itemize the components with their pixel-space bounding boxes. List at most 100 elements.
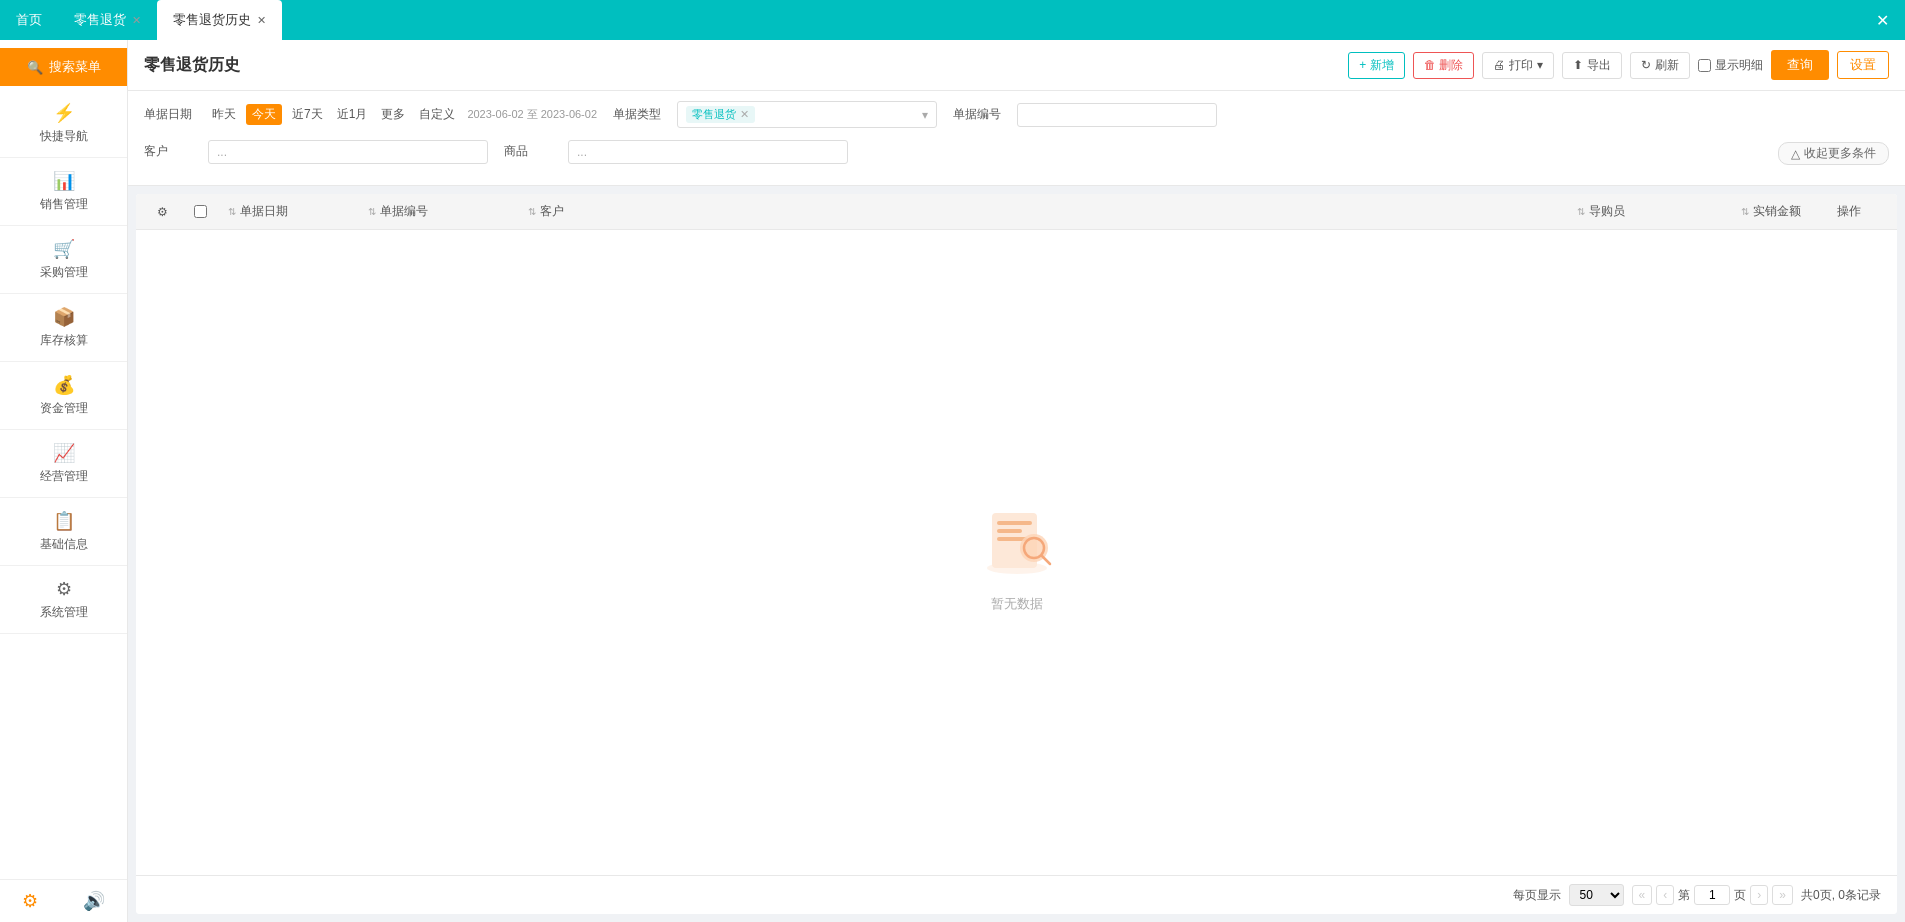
sidebar-search[interactable]: 🔍 搜索菜单 — [0, 48, 127, 86]
display-detail-checkbox[interactable] — [1698, 59, 1711, 72]
print-chevron-icon: ▾ — [1537, 58, 1543, 72]
inventory-icon: 📦 — [53, 306, 75, 328]
first-page-button[interactable]: « — [1632, 885, 1653, 905]
customer-input[interactable]: ... — [208, 140, 488, 164]
filter-row-1: 单据日期 昨天 今天 近7天 近1月 更多 自定义 2023-06-02 至 2… — [144, 101, 1889, 128]
purchase-icon: 🛒 — [53, 238, 75, 260]
page-header: 零售退货历史 + 新增 🗑 删除 🖨 打印 ▾ ⬆ 导出 ↻ — [128, 40, 1905, 91]
svg-rect-3 — [997, 529, 1022, 533]
goods-filter-label: 商品 — [504, 143, 560, 160]
th-amount-label: 实销金额 — [1753, 203, 1801, 220]
sidebar-item-system-mgmt[interactable]: ⚙ 系统管理 — [0, 566, 127, 634]
sidebar-item-quick-nav[interactable]: ⚡ 快捷导航 — [0, 90, 127, 158]
query-button[interactable]: 查询 — [1771, 50, 1829, 80]
collapse-label: 收起更多条件 — [1804, 145, 1876, 162]
last-page-button[interactable]: » — [1772, 885, 1793, 905]
bill-type-chevron-icon: ▾ — [922, 108, 928, 122]
page-nav: « ‹ 第 页 › » — [1632, 885, 1793, 905]
sidebar-item-quick-nav-label: 快捷导航 — [40, 128, 88, 145]
tab-retail-return[interactable]: 零售退货 ✕ — [58, 0, 157, 40]
customer-filter-label: 客户 — [144, 143, 200, 160]
sidebar-item-inventory[interactable]: 📦 库存核算 — [0, 294, 127, 362]
date-shortcuts: 昨天 今天 近7天 近1月 更多 自定义 — [208, 104, 459, 125]
date-more[interactable]: 更多 — [377, 104, 409, 125]
tab-retail-return-close[interactable]: ✕ — [132, 14, 141, 27]
check-all-checkbox[interactable] — [194, 205, 207, 218]
th-bill-no[interactable]: ⇅ 单据编号 — [360, 203, 520, 220]
settings-table-icon: ⚙ — [157, 205, 168, 219]
date-7days[interactable]: 近7天 — [288, 104, 327, 125]
settings-bottom-icon[interactable]: ⚙ — [22, 890, 38, 912]
page-size-select[interactable]: 10 20 50 100 — [1569, 884, 1624, 906]
sales-icon: 📊 — [53, 170, 75, 192]
finance-icon: 💰 — [53, 374, 75, 396]
tab-home[interactable]: 首页 — [0, 0, 58, 40]
delete-button[interactable]: 🗑 删除 — [1413, 52, 1474, 79]
tab-retail-return-history[interactable]: 零售退货历史 ✕ — [157, 0, 282, 40]
audio-bottom-icon[interactable]: 🔊 — [83, 890, 105, 912]
bill-type-filter-group: 单据类型 零售退货 ✕ ▾ — [613, 101, 937, 128]
filter-area: 单据日期 昨天 今天 近7天 近1月 更多 自定义 2023-06-02 至 2… — [128, 91, 1905, 186]
date-custom[interactable]: 自定义 — [415, 104, 459, 125]
print-label: 打印 — [1509, 57, 1533, 74]
page-title-bar: 零售退货历史 + 新增 🗑 删除 🖨 打印 ▾ ⬆ 导出 ↻ — [144, 50, 1889, 80]
tab-retail-return-label: 零售退货 — [74, 11, 126, 29]
goods-input[interactable]: ... — [568, 140, 848, 164]
export-icon: ⬆ — [1573, 58, 1583, 72]
search-icon: 🔍 — [27, 60, 43, 75]
th-customer-label: 客户 — [540, 203, 564, 220]
th-customer-sort-icon: ⇅ — [528, 206, 536, 217]
page-title: 零售退货历史 — [144, 55, 240, 76]
page-number-input[interactable] — [1694, 885, 1730, 905]
date-today[interactable]: 今天 — [246, 104, 282, 125]
th-date[interactable]: ⇅ 单据日期 — [220, 203, 360, 220]
print-icon: 🖨 — [1493, 58, 1505, 72]
th-customer[interactable]: ⇅ 客户 — [520, 203, 1569, 220]
sidebar-item-basic-info[interactable]: 📋 基础信息 — [0, 498, 127, 566]
date-1month[interactable]: 近1月 — [333, 104, 372, 125]
date-filter-group: 单据日期 昨天 今天 近7天 近1月 更多 自定义 2023-06-02 至 2… — [144, 104, 597, 125]
refresh-button[interactable]: ↻ 刷新 — [1630, 52, 1690, 79]
goods-filter-group: 商品 ... — [504, 140, 848, 164]
export-button[interactable]: ⬆ 导出 — [1562, 52, 1622, 79]
th-guide[interactable]: ⇅ 导购员 — [1569, 203, 1689, 220]
main-content: 零售退货历史 + 新增 🗑 删除 🖨 打印 ▾ ⬆ 导出 ↻ — [128, 40, 1905, 922]
sidebar: 🔍 搜索菜单 ⚡ 快捷导航 📊 销售管理 🛒 采购管理 📦 库存核算 💰 资金管… — [0, 40, 128, 922]
sidebar-item-operation[interactable]: 📈 经营管理 — [0, 430, 127, 498]
th-check[interactable] — [180, 205, 220, 218]
system-mgmt-icon: ⚙ — [56, 578, 72, 600]
svg-rect-2 — [997, 521, 1032, 525]
window-close-button[interactable]: ✕ — [1876, 11, 1889, 30]
bill-no-input[interactable] — [1017, 103, 1217, 127]
tab-retail-return-history-close[interactable]: ✕ — [257, 14, 266, 27]
sidebar-item-sales-mgmt[interactable]: 📊 销售管理 — [0, 158, 127, 226]
display-detail-toggle[interactable]: 显示明细 — [1698, 57, 1763, 74]
bill-type-label: 单据类型 — [613, 106, 669, 123]
setting-button[interactable]: 设置 — [1837, 51, 1889, 79]
sidebar-item-purchase-mgmt[interactable]: 🛒 采购管理 — [0, 226, 127, 294]
th-amount[interactable]: ⇅ 实销金额 — [1689, 203, 1809, 220]
page-label-pre: 第 — [1678, 887, 1690, 904]
operation-icon: 📈 — [53, 442, 75, 464]
bill-no-filter-group: 单据编号 — [953, 103, 1217, 127]
next-page-button[interactable]: › — [1750, 885, 1768, 905]
sidebar-item-finance-label: 资金管理 — [40, 400, 88, 417]
toolbar: + 新增 🗑 删除 🖨 打印 ▾ ⬆ 导出 ↻ 刷新 — [1348, 50, 1889, 80]
filter-row-2: 客户 ... 商品 ... △ 收起更多条件 — [144, 138, 1889, 165]
page-label-post: 页 — [1734, 887, 1746, 904]
sidebar-item-finance[interactable]: 💰 资金管理 — [0, 362, 127, 430]
refresh-label: 刷新 — [1655, 57, 1679, 74]
print-button[interactable]: 🖨 打印 ▾ — [1482, 52, 1554, 79]
bill-type-tag: 零售退货 ✕ — [686, 106, 755, 123]
date-yesterday[interactable]: 昨天 — [208, 104, 240, 125]
new-button[interactable]: + 新增 — [1348, 52, 1404, 79]
th-action: 操作 — [1809, 203, 1889, 220]
th-bill-no-sort-icon: ⇅ — [368, 206, 376, 217]
bill-type-select[interactable]: 零售退货 ✕ ▾ — [677, 101, 937, 128]
th-action-label: 操作 — [1837, 203, 1861, 220]
bill-type-remove-icon[interactable]: ✕ — [740, 108, 749, 121]
th-settings[interactable]: ⚙ — [144, 205, 180, 219]
collapse-button[interactable]: △ 收起更多条件 — [1778, 142, 1889, 165]
prev-page-button[interactable]: ‹ — [1656, 885, 1674, 905]
page-size-label: 每页显示 — [1513, 887, 1561, 904]
